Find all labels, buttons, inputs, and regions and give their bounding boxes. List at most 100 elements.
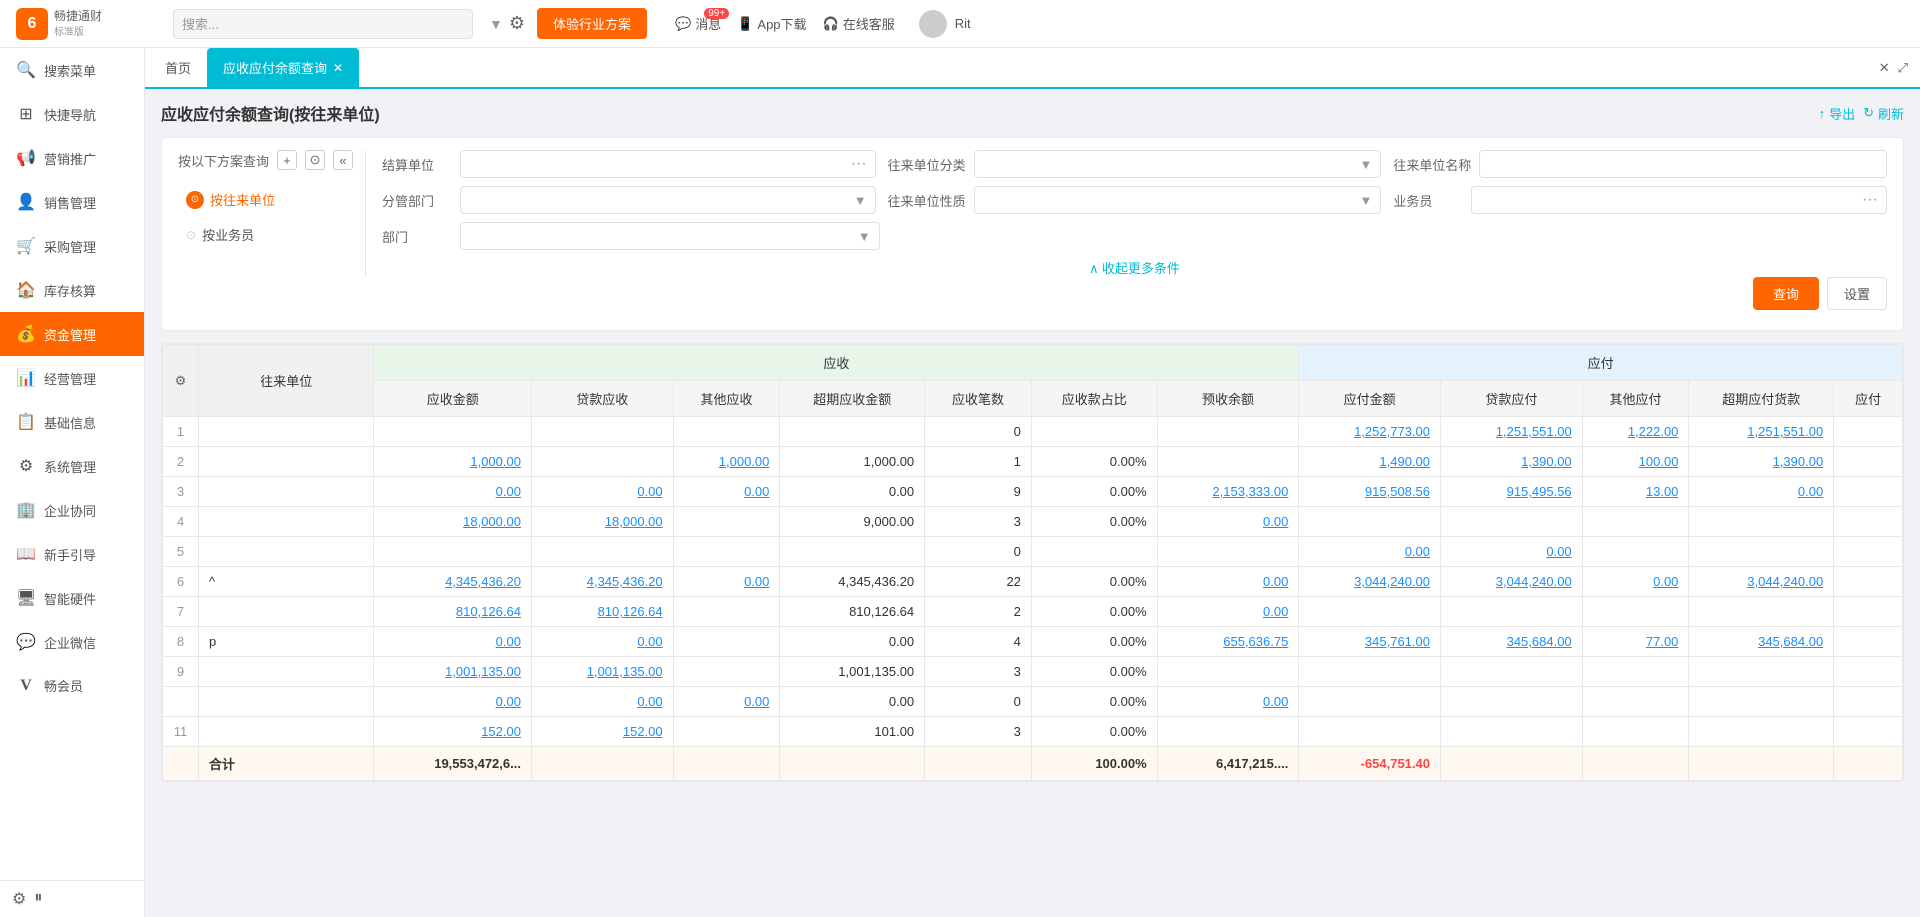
- table-column-header: 应收金额 贷款应收 其他应收 超期应收金额 应收笔数 应收款占比 预收余额 应付…: [163, 381, 1903, 417]
- purchase-icon: 🛒: [16, 236, 36, 256]
- sidebar-bottom: ⚙ ⏸: [0, 880, 144, 917]
- sidebar-item-base-info[interactable]: 📋 基础信息: [0, 400, 144, 444]
- sidebar-settings-icon[interactable]: ⚙: [12, 889, 26, 909]
- sidebar-item-member[interactable]: V 畅会员: [0, 664, 144, 707]
- tab-bar-actions: ✕ ⤢: [1871, 60, 1916, 76]
- filter-settings-button[interactable]: ⊙: [305, 150, 325, 170]
- app-logo-icon: 6: [16, 8, 48, 40]
- sidebar-item-marketing[interactable]: 📢 营销推广: [0, 136, 144, 180]
- sidebar-item-wechat[interactable]: 💬 企业微信: [0, 620, 144, 664]
- sidebar-item-purchase[interactable]: 🛒 采购管理: [0, 224, 144, 268]
- sidebar-item-label: 销售管理: [44, 193, 96, 212]
- salesperson-option-icon: ⊙: [186, 228, 196, 242]
- filter-collapse-left-button[interactable]: «: [333, 150, 353, 170]
- filter-area: 按以下方案查询 + ⊙ « ⊙ 按往来单位 ⊙: [161, 137, 1904, 331]
- online-service-button[interactable]: 🎧 在线客服: [823, 14, 895, 33]
- base-info-icon: 📋: [16, 412, 36, 432]
- action-row: 查询 设置: [178, 277, 1887, 310]
- footer-ar-count: [925, 747, 1032, 781]
- search-dropdown-icon[interactable]: ▼: [489, 16, 503, 32]
- footer-ap-overdue: [1689, 747, 1834, 781]
- ap-last-header: 应付: [1834, 381, 1903, 417]
- filter-collapse-button[interactable]: ∧ 收起更多条件: [382, 258, 1887, 277]
- refresh-button[interactable]: ↻ 刷新: [1863, 104, 1904, 123]
- tab-home[interactable]: 首页: [149, 48, 207, 89]
- ar-amount-header: 应收金额: [374, 381, 532, 417]
- sidebar-item-enterprise[interactable]: 🏢 企业协同: [0, 488, 144, 532]
- top-bar: 6 畅捷通财 标准版 搜索... ▼ ⚙ 体验行业方案 💬 消息 99+ 📱 A…: [0, 0, 1920, 48]
- table-settings-icon[interactable]: ⚙: [175, 373, 187, 388]
- messages-button[interactable]: 💬 消息 99+: [675, 14, 721, 33]
- footer-ar-prepaid[interactable]: 6,417,215....: [1157, 747, 1299, 781]
- footer-ap-other: [1582, 747, 1689, 781]
- table-group-header: ⚙ 往来单位 应收 应付: [163, 345, 1903, 381]
- sidebar-item-sys-mgmt[interactable]: ⚙ 系统管理: [0, 444, 144, 488]
- export-button[interactable]: ↑ 导出: [1819, 104, 1856, 123]
- dept-label: 部门: [382, 227, 452, 246]
- search-placeholder: 搜索...: [182, 14, 219, 33]
- dropdown-arrow-icon: ▼: [854, 193, 867, 208]
- partner-category-label: 往来单位分类: [888, 155, 966, 174]
- sidebar-item-quick-nav[interactable]: ⊞ 快捷导航: [0, 92, 144, 136]
- top-search-bar[interactable]: 搜索...: [173, 9, 473, 39]
- ap-other-header: 其他应付: [1582, 381, 1689, 417]
- sidebar-item-operations[interactable]: 📊 经营管理: [0, 356, 144, 400]
- finance-icon: 💰: [16, 324, 36, 344]
- tab-ar-ap[interactable]: 应收应付余额查询 ✕: [207, 48, 359, 89]
- sidebar-item-label: 基础信息: [44, 413, 96, 432]
- filter-option-by-partner[interactable]: ⊙ 按往来单位: [178, 186, 353, 213]
- sidebar-item-inventory[interactable]: 🏠 库存核算: [0, 268, 144, 312]
- partner-category-input[interactable]: ▼: [974, 150, 1382, 178]
- sidebar-item-guide[interactable]: 📖 新手引导: [0, 532, 144, 576]
- app-edition: 标准版: [54, 23, 102, 38]
- filter-header: 按以下方案查询 + ⊙ «: [178, 150, 353, 170]
- tab-close-window-icon[interactable]: ✕: [1879, 60, 1890, 76]
- table-row: 30.000.000.000.0090.00%2,153,333.00915,5…: [163, 477, 1903, 507]
- tab-home-label: 首页: [165, 58, 191, 77]
- filter-field-dept-mgr: 分管部门 ▼: [382, 186, 876, 214]
- search-menu-icon: 🔍: [16, 60, 36, 80]
- sidebar-item-finance[interactable]: 💰 资金管理: [0, 312, 144, 356]
- sidebar-item-label: 搜索菜单: [44, 61, 96, 80]
- query-button[interactable]: 查询: [1753, 277, 1819, 310]
- settlement-unit-input[interactable]: ···: [460, 150, 876, 178]
- footer-ar-amount[interactable]: 19,553,472,6...: [374, 747, 532, 781]
- tab-maximize-icon[interactable]: ⤢: [1898, 60, 1908, 76]
- dept-mgr-input[interactable]: ▼: [460, 186, 876, 214]
- table-footer-row: 合计 19,553,472,6... 100.00% 6,417,215....…: [163, 747, 1903, 781]
- trial-button[interactable]: 体验行业方案: [537, 8, 647, 39]
- user-menu[interactable]: Rit: [911, 10, 971, 38]
- main-layout: 🔍 搜索菜单 ⊞ 快捷导航 📢 营销推广 👤 销售管理 🛒 采购管理 🏠 库存核…: [0, 48, 1920, 917]
- filter-field-partner-name: 往来单位名称: [1393, 150, 1887, 178]
- table-row: 0.000.000.000.0000.00%0.00: [163, 687, 1903, 717]
- table-footer: 合计 19,553,472,6... 100.00% 6,417,215....…: [163, 747, 1903, 781]
- settings-button[interactable]: 设置: [1827, 277, 1887, 310]
- footer-ar-loan: [531, 747, 673, 781]
- dept-input[interactable]: ▼: [460, 222, 880, 250]
- table-row: 418,000.0018,000.009,000.0030.00%0.00: [163, 507, 1903, 537]
- salesperson-option-label: 按业务员: [202, 225, 254, 244]
- filter-field-partner-nature: 往来单位性质 ▼: [888, 186, 1382, 214]
- sidebar-collapse-icon[interactable]: ⏸: [34, 889, 42, 909]
- salesperson-input[interactable]: ···: [1471, 186, 1887, 214]
- partner-nature-input[interactable]: ▼: [974, 186, 1382, 214]
- filter-option-by-salesperson[interactable]: ⊙ 按业务员: [178, 221, 353, 248]
- filter-add-button[interactable]: +: [277, 150, 297, 170]
- app-download-button[interactable]: 📱 App下载: [737, 14, 806, 33]
- sidebar-item-sales[interactable]: 👤 销售管理: [0, 180, 144, 224]
- ap-group-header: 应付: [1299, 345, 1903, 381]
- partner-name-input[interactable]: [1479, 150, 1887, 178]
- filter-row-1: 结算单位 ··· 往来单位分类 ▼: [382, 150, 1887, 178]
- footer-ap-loan: [1441, 747, 1583, 781]
- table-row: 7810,126.64810,126.64810,126.6420.00%0.0…: [163, 597, 1903, 627]
- collapse-icon: ∧: [1089, 261, 1099, 276]
- sidebar-item-search-menu[interactable]: 🔍 搜索菜单: [0, 48, 144, 92]
- footer-label: 合计: [199, 747, 374, 781]
- tab-close-icon[interactable]: ✕: [333, 61, 343, 75]
- dropdown-arrow-icon: ▼: [1359, 157, 1372, 172]
- sidebar-item-label: 库存核算: [44, 281, 96, 300]
- filter-view-options: ⊙ 按往来单位 ⊙ 按业务员: [178, 182, 353, 252]
- sidebar-item-label: 新手引导: [44, 545, 96, 564]
- sidebar-item-smart-hw[interactable]: 🖥 智能硬件: [0, 576, 144, 620]
- settings-icon[interactable]: ⚙: [509, 13, 525, 34]
